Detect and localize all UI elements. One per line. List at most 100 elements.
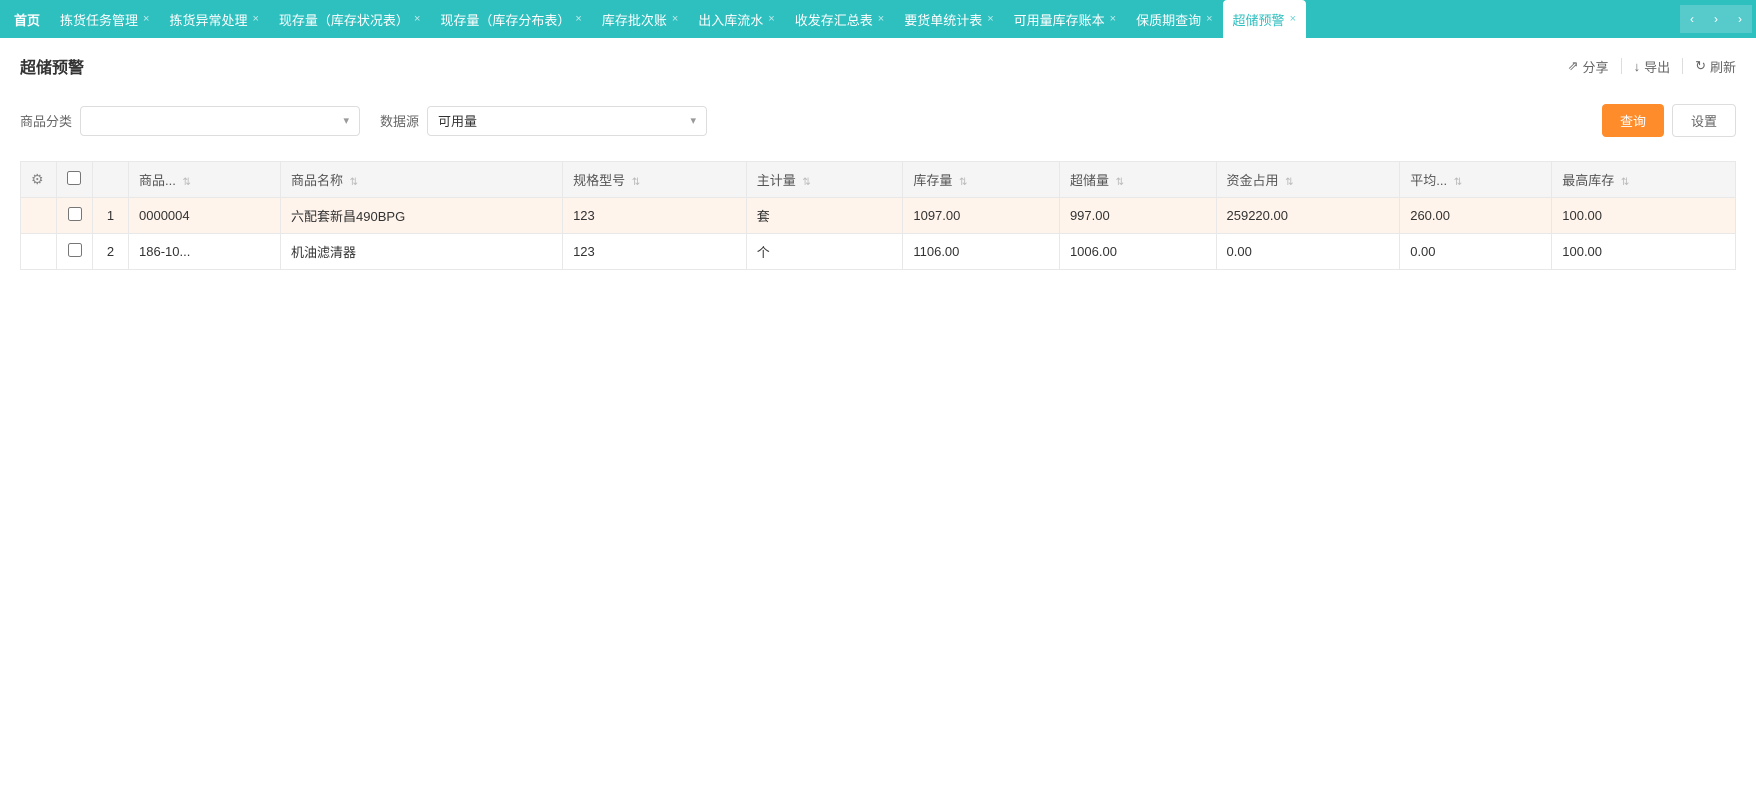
th-overstock-sort: ⇅ [1116,177,1124,188]
th-spec[interactable]: 规格型号 ⇅ [563,162,747,198]
th-code[interactable]: 商品... ⇅ [129,162,281,198]
nav-order-stat-label: 要货单统计表 [904,10,982,29]
datasource-select-arrow: ▾ [691,114,697,127]
row-checkbox[interactable] [68,207,82,221]
divider-2 [1682,58,1683,74]
filter-actions: 查询 设置 [1602,104,1736,137]
category-select[interactable]: ▾ [80,106,360,136]
nav-overstock-warning[interactable]: 超储预警 × [1223,0,1306,38]
settings-gear-icon[interactable]: ⚙ [31,171,44,188]
datasource-select-value: 可用量 [438,111,477,130]
th-capital[interactable]: 资金占用 ⇅ [1216,162,1400,198]
nav-home[interactable]: 首页 [4,0,50,38]
export-icon: ↓ [1634,59,1641,74]
nav-task-mgmt-close[interactable]: × [143,13,149,25]
th-overstock-label: 超储量 [1070,173,1109,188]
nav-order-stat[interactable]: 要货单统计表 × [894,0,1003,38]
nav-inventory-batch-label: 库存批次账 [602,10,667,29]
filter-bar: 商品分类 ▾ 数据源 可用量 ▾ 查询 设置 [20,94,1736,147]
nav-inventory-batch-close[interactable]: × [672,13,678,25]
th-rownum [93,162,129,198]
nav-inventory-batch[interactable]: 库存批次账 × [592,0,688,38]
nav-quality-check[interactable]: 保质期查询 × [1126,0,1222,38]
row-stock: 1106.00 [903,234,1060,270]
row-capital: 259220.00 [1216,198,1400,234]
page-title: 超储预警 [20,54,84,78]
nav-arrow-right[interactable]: › [1704,5,1728,33]
nav-quality-check-close[interactable]: × [1206,13,1212,25]
share-button[interactable]: ⇗ 分享 [1568,57,1609,76]
th-unit-label: 主计量 [757,173,796,188]
nav-overstock-warning-label: 超储预警 [1233,10,1285,29]
row-checkbox-cell[interactable] [57,234,93,270]
nav-inventory-dist-label: 现存量（库存分布表） [440,10,570,29]
nav-available-account[interactable]: 可用量库存账本 × [1004,0,1126,38]
nav-available-account-close[interactable]: × [1110,13,1116,25]
th-maxstock[interactable]: 最高库存 ⇅ [1552,162,1736,198]
th-capital-label: 资金占用 [1227,173,1279,188]
share-label: 分享 [1583,57,1609,76]
row-spec: 123 [563,234,747,270]
export-label: 导出 [1644,57,1670,76]
share-icon: ⇗ [1568,58,1579,74]
th-name[interactable]: 商品名称 ⇅ [281,162,563,198]
nav-exception-handle-close[interactable]: × [252,13,258,25]
th-overstock[interactable]: 超储量 ⇅ [1059,162,1216,198]
nav-overstock-warning-close[interactable]: × [1290,13,1296,25]
nav-arrow-left[interactable]: ‹ [1680,5,1704,33]
nav-exception-handle[interactable]: 拣货异常处理 × [159,0,268,38]
table-header-row: ⚙ 商品... ⇅ 商品名称 ⇅ 规格型号 ⇅ [21,162,1736,198]
page-header: 超储预警 ⇗ 分享 ↓ 导出 ↻ 刷新 [20,54,1736,78]
nav-inventory-status[interactable]: 现存量（库存状况表） × [269,0,430,38]
row-maxstock: 100.00 [1552,198,1736,234]
th-capital-sort: ⇅ [1285,177,1293,188]
th-name-label: 商品名称 [291,173,343,188]
th-spec-sort: ⇅ [632,177,640,188]
th-unit[interactable]: 主计量 ⇅ [746,162,903,198]
settings-button[interactable]: 设置 [1672,104,1736,137]
category-select-arrow: ▾ [343,114,349,127]
filter-datasource: 数据源 可用量 ▾ [380,106,707,136]
main-content: 超储预警 ⇗ 分享 ↓ 导出 ↻ 刷新 商品分类 ▾ [0,38,1756,800]
nav-inventory-dist-close[interactable]: × [575,13,581,25]
nav-task-mgmt[interactable]: 拣货任务管理 × [50,0,159,38]
row-name: 机油滤清器 [281,234,563,270]
export-button[interactable]: ↓ 导出 [1634,57,1671,76]
top-navigation: 首页 拣货任务管理 × 拣货异常处理 × 现存量（库存状况表） × 现存量（库存… [0,0,1756,38]
filter-category: 商品分类 ▾ [20,106,360,136]
nav-in-out-flow[interactable]: 出入库流水 × [688,0,784,38]
nav-in-out-flow-label: 出入库流水 [698,10,763,29]
row-unit: 个 [746,234,903,270]
nav-home-label: 首页 [14,10,40,29]
row-capital: 0.00 [1216,234,1400,270]
row-checkbox[interactable] [68,243,82,257]
refresh-button[interactable]: ↻ 刷新 [1695,57,1736,76]
nav-receive-total[interactable]: 收发存汇总表 × [785,0,894,38]
nav-inventory-status-close[interactable]: × [414,13,420,25]
select-all-checkbox[interactable] [67,171,81,185]
nav-available-account-label: 可用量库存账本 [1014,10,1105,29]
th-avg[interactable]: 平均... ⇅ [1400,162,1552,198]
nav-task-mgmt-label: 拣货任务管理 [60,10,138,29]
th-name-sort: ⇅ [350,177,358,188]
category-label: 商品分类 [20,111,72,130]
query-button[interactable]: 查询 [1602,104,1664,137]
nav-receive-total-close[interactable]: × [878,13,884,25]
nav-arrow-more[interactable]: › [1728,5,1752,33]
refresh-label: 刷新 [1710,57,1736,76]
row-name: 六配套新昌490BPG [281,198,563,234]
th-stock[interactable]: 库存量 ⇅ [903,162,1060,198]
row-maxstock: 100.00 [1552,234,1736,270]
nav-arrows: ‹ › › [1680,5,1752,33]
nav-receive-total-label: 收发存汇总表 [795,10,873,29]
th-stock-sort: ⇅ [959,177,967,188]
nav-inventory-dist[interactable]: 现存量（库存分布表） × [430,0,591,38]
table-row: 1 0000004 六配套新昌490BPG 123 套 1097.00 997.… [21,198,1736,234]
row-unit: 套 [746,198,903,234]
datasource-select[interactable]: 可用量 ▾ [427,106,707,136]
row-checkbox-cell[interactable] [57,198,93,234]
row-num: 1 [93,198,129,234]
nav-in-out-flow-close[interactable]: × [768,13,774,25]
nav-order-stat-close[interactable]: × [987,13,993,25]
row-code: 0000004 [129,198,281,234]
